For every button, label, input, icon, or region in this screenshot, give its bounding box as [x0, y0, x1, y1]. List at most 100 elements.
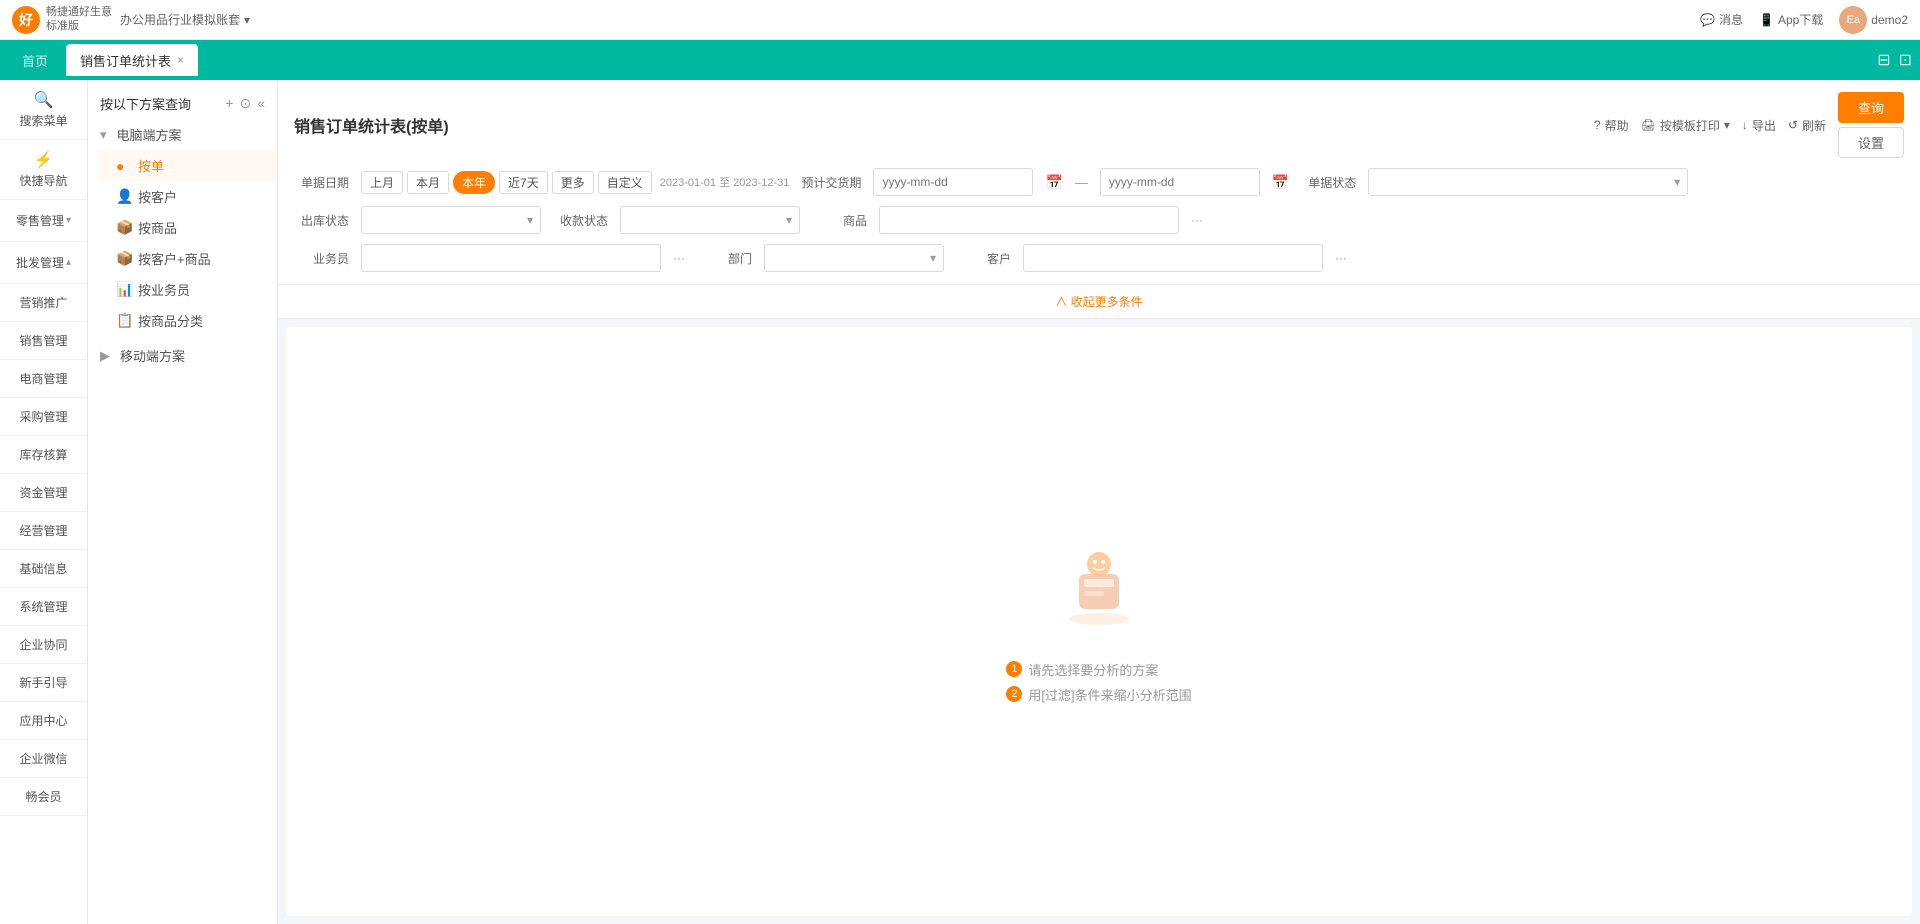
- sidebar-item-shortcuts[interactable]: ⚡ 快捷导航: [0, 140, 87, 200]
- refresh-button[interactable]: ↺ 刷新: [1788, 117, 1826, 134]
- tree-item-by-goods[interactable]: 📦 按商品: [100, 212, 277, 243]
- top-bar-left: 好 畅捷通好生意 标准版 办公用品行业模拟账套 ▾: [12, 6, 250, 34]
- help-button[interactable]: ? 帮助: [1594, 117, 1629, 134]
- tab-home[interactable]: 首页: [8, 44, 62, 76]
- dept-select[interactable]: [764, 244, 944, 272]
- tree-parent-mobile[interactable]: ▶ 移动端方案: [88, 340, 277, 371]
- calendar-start-icon[interactable]: 📅: [1045, 174, 1062, 191]
- message-action[interactable]: 💬 消息: [1700, 11, 1743, 28]
- sidebar-item-wholesale[interactable]: 批发管理 ▴: [0, 242, 87, 284]
- sidebar-item-member[interactable]: 畅会员: [0, 778, 87, 816]
- staff-input[interactable]: [361, 244, 661, 272]
- last7-btn[interactable]: 近7天: [499, 171, 548, 194]
- out-status-wrapper: [361, 206, 541, 234]
- tab-minimize-button[interactable]: ⊟: [1877, 50, 1890, 70]
- tree-sub-pc: ● 按单 👤 按客户 📦 按商品 📦 按客户+商品 📊 按业务员: [88, 150, 277, 336]
- sidebar-item-sales[interactable]: 销售管理: [0, 322, 87, 360]
- dept-wrapper: [764, 244, 944, 272]
- dropdown-icon[interactable]: ▾: [244, 13, 250, 27]
- tree-item-by-customer-goods[interactable]: 📦 按客户+商品: [100, 243, 277, 274]
- sidebar-item-app-center[interactable]: 应用中心: [0, 702, 87, 740]
- payment-status-label: 收款状态: [553, 212, 608, 229]
- sidebar-item-system[interactable]: 系统管理: [0, 588, 87, 626]
- manage-scheme-button[interactable]: ⊙: [239, 95, 251, 112]
- customer-more-btn[interactable]: ···: [1335, 251, 1347, 265]
- settings-button[interactable]: 设置: [1838, 127, 1904, 158]
- empty-hints: 1 请先选择要分析的方案 2 用[过滤]条件来缩小分析范围: [1006, 654, 1191, 710]
- tree-item-by-staff[interactable]: 📊 按业务员: [100, 274, 277, 305]
- breadcrumb: 办公用品行业模拟账套 ▾: [120, 11, 250, 28]
- print-button[interactable]: 🖨 按模板打印 ▾: [1641, 117, 1730, 134]
- sidebar-item-retail[interactable]: 零售管理 ▾: [0, 200, 87, 242]
- goods-more-btn[interactable]: ···: [1191, 213, 1203, 227]
- content-area: 按以下方案查询 + ⊙ « ▾ 电脑端方案 ● 按单 👤 按客户: [88, 80, 1920, 924]
- custom-date-btn[interactable]: 自定义: [598, 171, 652, 194]
- filter-row-date: 单据日期 上月 本月 本年 近7天 更多 自定义 2023-01-01 至 20…: [294, 168, 1904, 196]
- staff-label: 业务员: [294, 250, 349, 267]
- last-month-btn[interactable]: 上月: [361, 171, 403, 194]
- left-panel-header: 按以下方案查询 + ⊙ «: [88, 88, 277, 119]
- print-icon: 🖨: [1641, 118, 1656, 132]
- app-download-action[interactable]: 📱 App下载: [1759, 11, 1823, 28]
- sidebar-item-search[interactable]: 🔍 搜索菜单: [0, 80, 87, 140]
- empty-illustration: [1049, 534, 1149, 634]
- collapse-panel-button[interactable]: «: [257, 95, 265, 112]
- doc-status-wrapper: [1368, 168, 1688, 196]
- right-main: 销售订单统计表(按单) ? 帮助 🖨 按模板打印 ▾ ↓: [278, 80, 1920, 924]
- sidebar-item-operations[interactable]: 经营管理: [0, 512, 87, 550]
- sidebar-item-wechat[interactable]: 企业微信: [0, 740, 87, 778]
- date-dash: —: [1075, 175, 1088, 190]
- tree-item-by-category[interactable]: 📋 按商品分类: [100, 305, 277, 336]
- sidebar-item-guide[interactable]: 新手引导: [0, 664, 87, 702]
- more-date-btn[interactable]: 更多: [552, 171, 594, 194]
- query-button[interactable]: 查询: [1838, 92, 1904, 123]
- add-scheme-button[interactable]: +: [225, 95, 233, 112]
- top-bar-right: 💬 消息 📱 App下载 Ea demo2: [1700, 6, 1908, 34]
- search-icon: 🔍: [34, 90, 54, 110]
- tree-expand-icon[interactable]: ▾: [100, 127, 107, 143]
- out-status-select[interactable]: [361, 206, 541, 234]
- phone-icon: 📱: [1759, 13, 1774, 27]
- sidebar: 🔍 搜索菜单 ⚡ 快捷导航 零售管理 ▾ 批发管理 ▴ 营销推广 销售管理 电商…: [0, 80, 88, 924]
- chevron-down-icon: ▾: [66, 215, 71, 226]
- export-button[interactable]: ↓ 导出: [1742, 117, 1776, 134]
- sidebar-item-basic-info[interactable]: 基础信息: [0, 550, 87, 588]
- category-icon: 📋: [116, 312, 132, 329]
- tree-parent-pc: ▾ 电脑端方案: [88, 119, 277, 150]
- payment-status-select[interactable]: [620, 206, 800, 234]
- goods-input[interactable]: [879, 206, 1179, 234]
- calendar-end-icon[interactable]: 📅: [1272, 174, 1289, 191]
- tree-mobile-expand-icon: ▶: [100, 348, 110, 364]
- sidebar-item-cooperation[interactable]: 企业协同: [0, 626, 87, 664]
- doc-status-select[interactable]: [1368, 168, 1688, 196]
- collapse-bar[interactable]: ∧ 收起更多条件: [278, 285, 1920, 319]
- help-icon: ?: [1594, 118, 1601, 132]
- customer-label: 客户: [956, 250, 1011, 267]
- left-panel-header-actions: + ⊙ «: [225, 95, 265, 112]
- filter-row-staff: 业务员 ··· 部门 客户 ···: [294, 244, 1904, 272]
- this-month-btn[interactable]: 本月: [407, 171, 449, 194]
- tree-item-by-order[interactable]: ● 按单: [100, 150, 277, 181]
- tab-maximize-button[interactable]: ⊡: [1899, 50, 1912, 70]
- sidebar-item-purchase[interactable]: 采购管理: [0, 398, 87, 436]
- sidebar-item-finance[interactable]: 资金管理: [0, 474, 87, 512]
- tree-item-by-customer[interactable]: 👤 按客户: [100, 181, 277, 212]
- chevron-up-icon: ▴: [66, 257, 71, 268]
- main-layout: 🔍 搜索菜单 ⚡ 快捷导航 零售管理 ▾ 批发管理 ▴ 营销推广 销售管理 电商…: [0, 80, 1920, 924]
- sidebar-item-marketing[interactable]: 营销推广: [0, 284, 87, 322]
- hint-num-2: 2: [1006, 686, 1022, 702]
- staff-more-btn[interactable]: ···: [673, 251, 685, 265]
- customer-input[interactable]: [1023, 244, 1323, 272]
- message-icon: 💬: [1700, 13, 1715, 27]
- tab-active[interactable]: 销售订单统计表 ×: [66, 44, 198, 76]
- customer-icon: 👤: [116, 188, 132, 205]
- user-action[interactable]: Ea demo2: [1839, 6, 1908, 34]
- date-range: 2023-01-01 至 2023-12-31: [660, 174, 790, 190]
- this-year-btn[interactable]: 本年: [453, 171, 495, 194]
- refresh-icon: ↺: [1788, 118, 1798, 132]
- expected-end-date-input[interactable]: [1100, 168, 1260, 196]
- tab-close-icon[interactable]: ×: [177, 53, 184, 67]
- sidebar-item-ecommerce[interactable]: 电商管理: [0, 360, 87, 398]
- sidebar-item-inventory[interactable]: 库存核算: [0, 436, 87, 474]
- expected-start-date-input[interactable]: [873, 168, 1033, 196]
